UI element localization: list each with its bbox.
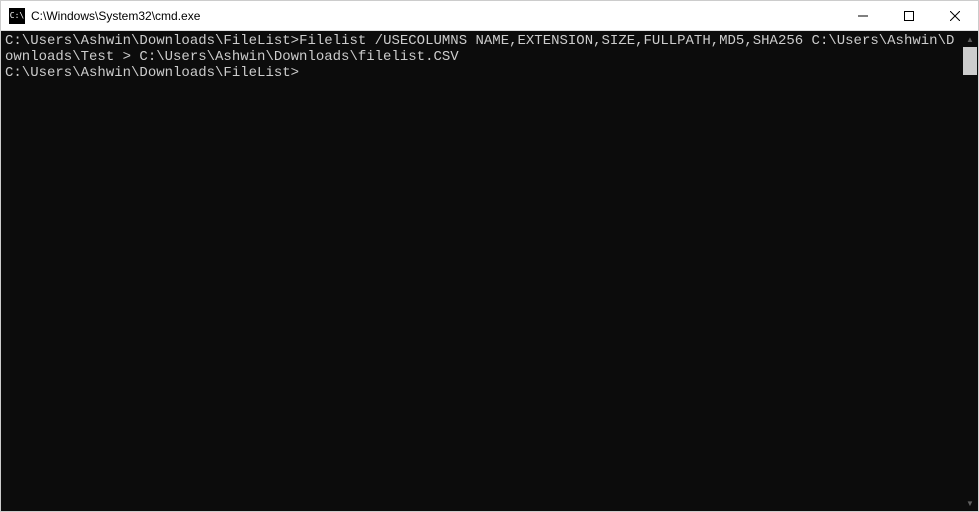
minimize-button[interactable]: [840, 1, 886, 30]
close-icon: [950, 11, 960, 21]
window-controls: [840, 1, 978, 30]
cmd-window: C:\ C:\Windows\System32\cmd.exe C:\U: [0, 0, 979, 512]
maximize-icon: [904, 11, 914, 21]
titlebar[interactable]: C:\ C:\Windows\System32\cmd.exe: [1, 1, 978, 31]
terminal-line: C:\Users\Ashwin\Downloads\FileList>: [5, 65, 962, 81]
cursor: [299, 67, 307, 81]
vertical-scrollbar[interactable]: ▲ ▼: [962, 31, 978, 511]
window-title: C:\Windows\System32\cmd.exe: [31, 9, 840, 23]
terminal-container: C:\Users\Ashwin\Downloads\FileList>Filel…: [1, 31, 978, 511]
close-button[interactable]: [932, 1, 978, 30]
terminal-line: C:\Users\Ashwin\Downloads\FileList>Filel…: [5, 33, 962, 65]
prompt: C:\Users\Ashwin\Downloads\FileList>: [5, 65, 299, 81]
maximize-button[interactable]: [886, 1, 932, 30]
scrollbar-down-arrow-icon[interactable]: ▼: [962, 495, 978, 511]
scrollbar-thumb[interactable]: [963, 47, 977, 75]
terminal-output[interactable]: C:\Users\Ashwin\Downloads\FileList>Filel…: [1, 31, 962, 511]
scrollbar-track[interactable]: [962, 47, 978, 495]
minimize-icon: [858, 11, 868, 21]
prompt: C:\Users\Ashwin\Downloads\FileList>: [5, 33, 299, 49]
cmd-icon: C:\: [9, 8, 25, 24]
scrollbar-up-arrow-icon[interactable]: ▲: [962, 31, 978, 47]
